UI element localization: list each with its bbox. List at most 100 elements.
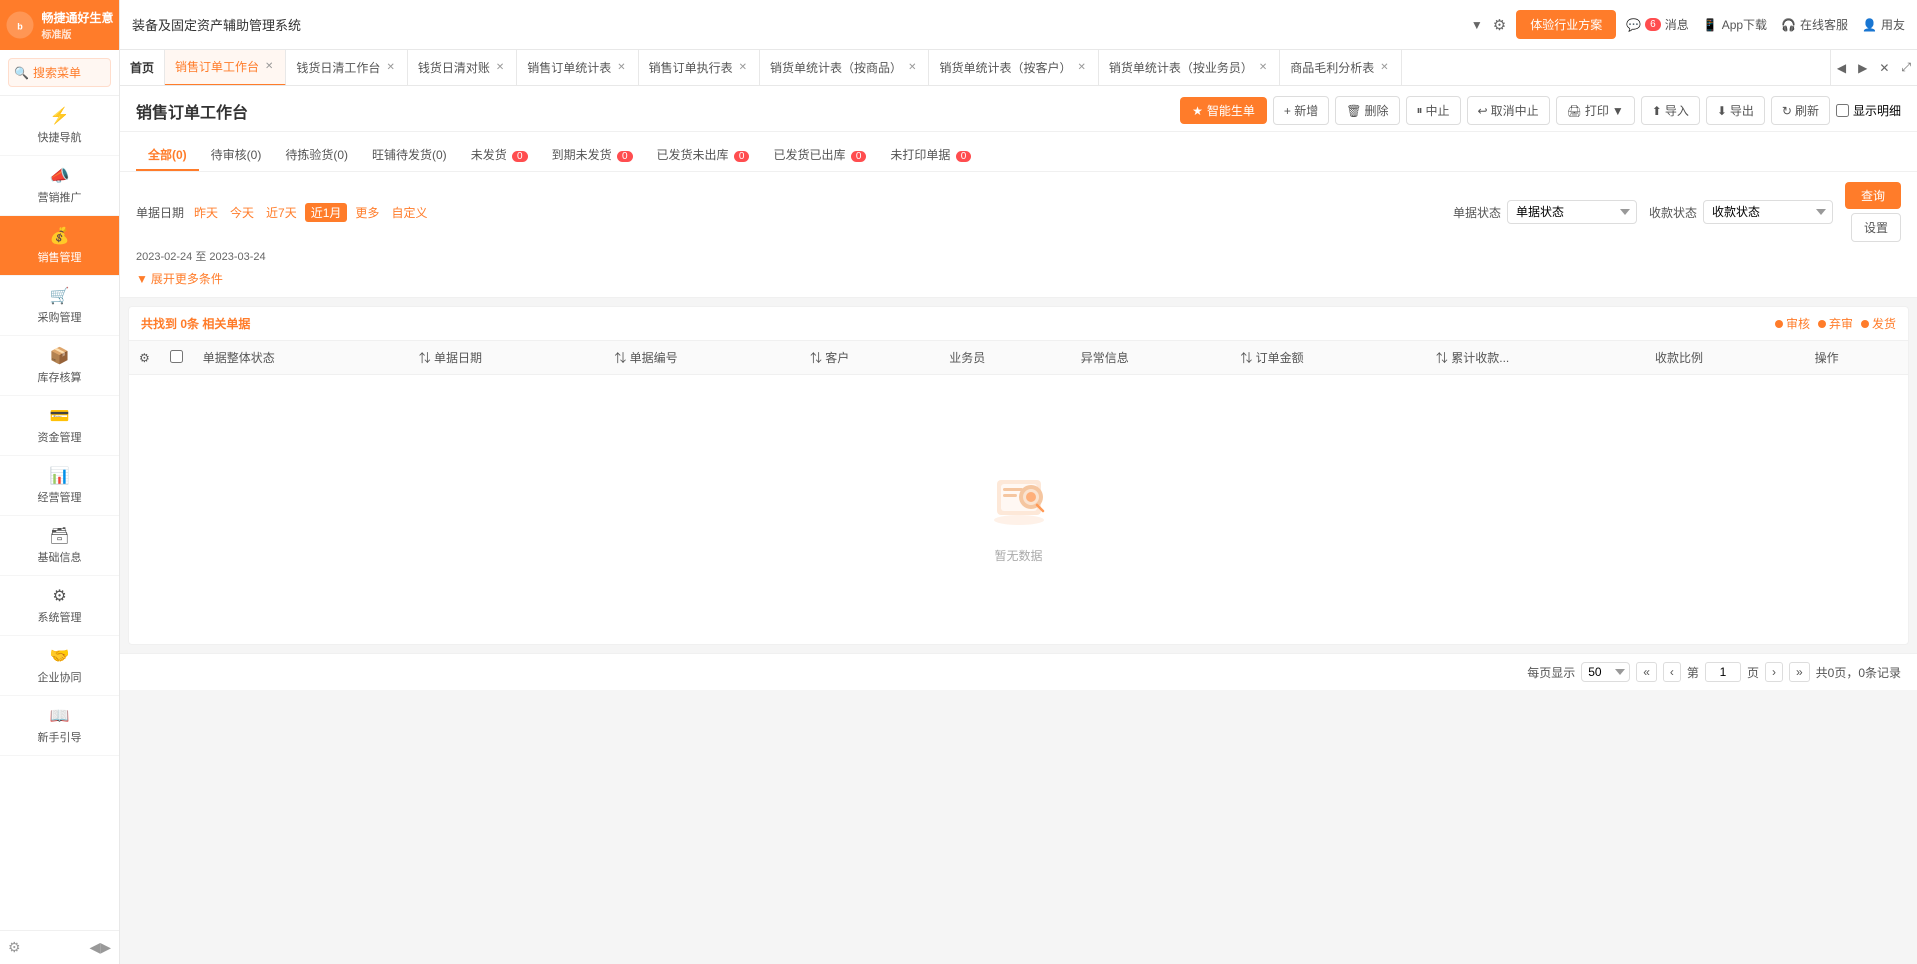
ship-button[interactable]: 发货	[1861, 315, 1896, 332]
star-icon: ★	[1192, 104, 1203, 118]
sidebar-item-purchase[interactable]: 🛒 采购管理	[0, 276, 119, 336]
tab-sales-exec[interactable]: 销售订单执行表 ✕	[639, 50, 760, 86]
tab-home[interactable]: 首页	[120, 50, 165, 86]
tab-scroll-left-button[interactable]: ◀	[1831, 50, 1852, 86]
abandon-review-button[interactable]: 弃审	[1818, 315, 1853, 332]
filter-tab-shipped-not-out[interactable]: 已发货未出库 0	[645, 140, 762, 171]
import-button[interactable]: ⬆ 导入	[1641, 96, 1700, 125]
gear-icon[interactable]: ⚙	[139, 351, 150, 365]
topbar: 装备及固定资产辅助管理系统 ▼ ⚙ 体验行业方案 💬 6 消息 📱 App下载 …	[120, 0, 1917, 50]
empty-icon	[979, 455, 1059, 535]
tab-sales-stat[interactable]: 销售订单统计表 ✕	[517, 50, 638, 86]
tab-scroll-right-button[interactable]: ▶	[1852, 50, 1873, 86]
filter-tab-shipped-out[interactable]: 已发货已出库 0	[761, 140, 878, 171]
date-opt-yesterday[interactable]: 昨天	[190, 202, 222, 223]
sidebar-item-basic[interactable]: 🗃 基础信息	[0, 516, 119, 576]
sidebar-item-label: 经营管理	[38, 489, 82, 505]
filter-tab-pending-review[interactable]: 待审核(0)	[199, 140, 274, 171]
message-button[interactable]: 💬 6 消息	[1626, 16, 1689, 33]
tab-margin[interactable]: 商品毛利分析表 ✕	[1280, 50, 1401, 86]
sidebar-item-sales[interactable]: 💰 销售管理	[0, 216, 119, 276]
user-button[interactable]: 👤 用友	[1862, 16, 1905, 33]
table-scroll-area[interactable]: ⚙ 单据整体状态 ⇅ 单据日期	[129, 341, 1908, 644]
sidebar-item-label: 库存核算	[38, 369, 82, 385]
show-detail-checkbox[interactable]: 显示明细	[1836, 102, 1901, 119]
show-detail-input[interactable]	[1836, 104, 1849, 117]
tab-close-button[interactable]: ✕	[1378, 62, 1390, 73]
tab-close-button[interactable]: ✕	[263, 61, 275, 72]
refresh-button[interactable]: ↻ 刷新	[1771, 96, 1830, 125]
message-badge: 6	[1645, 18, 1661, 31]
sidebar-item-label: 快捷导航	[38, 129, 82, 145]
sidebar-item-inventory[interactable]: 📦 库存核算	[0, 336, 119, 396]
export-button[interactable]: ⬇ 导出	[1706, 96, 1765, 125]
tab-close-button[interactable]: ✕	[494, 62, 506, 73]
collapse-sidebar-button[interactable]: ◀▶	[89, 939, 111, 956]
online-service-button[interactable]: 🎧 在线客服	[1781, 16, 1848, 33]
add-button[interactable]: + 新增	[1273, 96, 1329, 125]
export-label: 导出	[1730, 102, 1754, 119]
tab-sales-stat-product[interactable]: 销货单统计表（按商品） ✕	[760, 50, 929, 86]
app-label: App下载	[1722, 16, 1767, 33]
page-prev-button[interactable]: ‹	[1663, 662, 1681, 682]
sidebar-item-enterprise[interactable]: 🤝 企业协同	[0, 636, 119, 696]
tab-close-button[interactable]: ✕	[1075, 62, 1087, 73]
status-select[interactable]: 单据状态	[1507, 200, 1637, 224]
topbar-gear-button[interactable]: ⚙	[1493, 16, 1506, 34]
sidebar-item-quick-nav[interactable]: ⚡ 快捷导航	[0, 96, 119, 156]
sidebar-item-system[interactable]: ⚙ 系统管理	[0, 576, 119, 636]
tab-close-button[interactable]: ✕	[615, 62, 627, 73]
smart-create-button[interactable]: ★ 智能生单	[1180, 97, 1267, 124]
tab-cash-daily[interactable]: 钱货日清工作台 ✕	[286, 50, 407, 86]
page-size-select[interactable]: 50 10 20 100	[1581, 662, 1630, 682]
delete-button[interactable]: 🗑 删除	[1335, 96, 1399, 125]
tab-cash-reconcile[interactable]: 钱货日清对账 ✕	[408, 50, 517, 86]
tab-close-button[interactable]: ✕	[1257, 62, 1269, 73]
date-opt-custom[interactable]: 自定义	[387, 202, 431, 223]
smart-create-label: 智能生单	[1207, 102, 1255, 119]
page-first-button[interactable]: «	[1636, 662, 1657, 682]
app-download-button[interactable]: 📱 App下载	[1703, 16, 1767, 33]
tab-sales-stat-customer[interactable]: 销货单统计表（按客户） ✕	[929, 50, 1098, 86]
settings-bottom-button[interactable]: ⚙	[8, 939, 21, 956]
sidebar-item-guide[interactable]: 📖 新手引导	[0, 696, 119, 756]
select-all-checkbox[interactable]	[170, 350, 183, 363]
query-button[interactable]: 查询	[1845, 182, 1901, 209]
sidebar-item-marketing[interactable]: 📣 营销推广	[0, 156, 119, 216]
search-menu-label: 搜索菜单	[33, 64, 81, 81]
filter-tab-not-shipped[interactable]: 未发货 0	[459, 140, 540, 171]
print-button[interactable]: 🖨 打印 ▼	[1556, 96, 1635, 125]
tab-close-button[interactable]: ✕	[737, 62, 749, 73]
cancel-pause-button[interactable]: ↩ 取消中止	[1467, 96, 1550, 125]
system-dropdown-button[interactable]: ▼	[1471, 18, 1483, 32]
tab-fullscreen-button[interactable]: ⤢	[1895, 50, 1917, 86]
search-menu-button[interactable]: 🔍 搜索菜单	[8, 58, 111, 87]
page-last-button[interactable]: »	[1789, 662, 1810, 682]
refresh-icon: ↻	[1782, 104, 1792, 118]
date-opt-more[interactable]: 更多	[351, 202, 383, 223]
filter-tab-not-printed[interactable]: 未打印单据 0	[878, 140, 983, 171]
date-opt-today[interactable]: 今天	[226, 202, 258, 223]
tab-close-button[interactable]: ✕	[906, 62, 918, 73]
date-opt-1month[interactable]: 近1月	[305, 203, 348, 222]
sidebar-item-finance[interactable]: 💳 资金管理	[0, 396, 119, 456]
tab-sales-stat-staff[interactable]: 销货单统计表（按业务员） ✕	[1099, 50, 1280, 86]
filter-tab-label: 未打印单据	[890, 148, 950, 162]
page-input[interactable]	[1705, 662, 1741, 682]
page-next-button[interactable]: ›	[1765, 662, 1783, 682]
expand-button[interactable]: ▼ 展开更多条件	[136, 270, 223, 287]
filter-tab-wangpu[interactable]: 旺铺待发货(0)	[360, 140, 459, 171]
filter-tab-overdue[interactable]: 到期未发货 0	[540, 140, 645, 171]
tab-sales-workbench[interactable]: 销售订单工作台 ✕	[165, 50, 286, 86]
topbar-cta-button[interactable]: 体验行业方案	[1516, 10, 1616, 39]
filter-tab-all[interactable]: 全部(0)	[136, 140, 199, 171]
filter-tab-pending-check[interactable]: 待拣验货(0)	[273, 140, 360, 171]
sidebar-item-operations[interactable]: 📊 经营管理	[0, 456, 119, 516]
date-opt-7days[interactable]: 近7天	[262, 202, 301, 223]
tab-close-all-button[interactable]: ✕	[1873, 50, 1895, 86]
setting-button[interactable]: 设置	[1851, 213, 1901, 242]
review-button[interactable]: 审核	[1775, 315, 1810, 332]
pause-button[interactable]: ⏸ 中止	[1406, 96, 1461, 125]
tab-close-button[interactable]: ✕	[384, 62, 396, 73]
payment-select[interactable]: 收款状态	[1703, 200, 1833, 224]
